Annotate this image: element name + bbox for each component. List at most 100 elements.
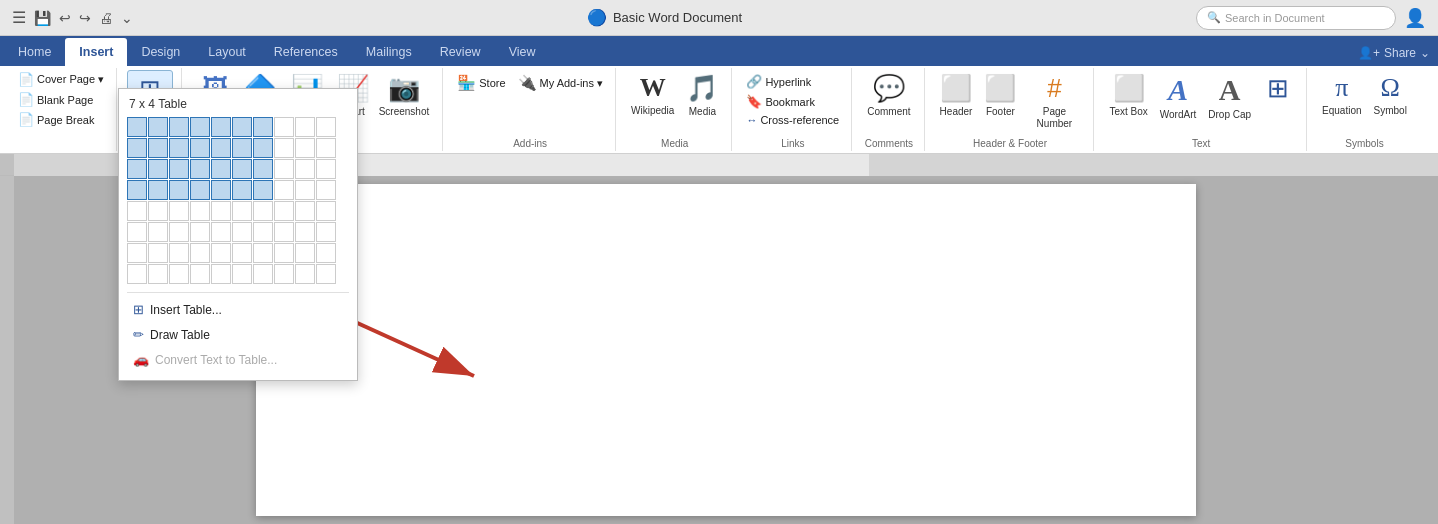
tab-home[interactable]: Home (4, 38, 65, 66)
tab-review[interactable]: Review (426, 38, 495, 66)
table-cell-3-2[interactable] (169, 180, 189, 200)
table-cell-1-3[interactable] (190, 138, 210, 158)
table-cell-0-2[interactable] (169, 117, 189, 137)
wordart-button[interactable]: A WordArt (1155, 70, 1202, 124)
header-button[interactable]: ⬜ Header (935, 70, 978, 121)
table-cell-7-7[interactable] (274, 264, 294, 284)
table-cell-6-4[interactable] (211, 243, 231, 263)
table-cell-1-8[interactable] (295, 138, 315, 158)
table-cell-6-5[interactable] (232, 243, 252, 263)
quick-access-undo-icon[interactable]: ↩ (59, 10, 71, 26)
table-cell-6-9[interactable] (316, 243, 336, 263)
table-cell-5-1[interactable] (148, 222, 168, 242)
table-cell-2-3[interactable] (190, 159, 210, 179)
tab-design[interactable]: Design (127, 38, 194, 66)
table-cell-7-9[interactable] (316, 264, 336, 284)
table-cell-7-0[interactable] (127, 264, 147, 284)
drop-cap-button[interactable]: A Drop Cap (1203, 70, 1256, 124)
table-cell-6-3[interactable] (190, 243, 210, 263)
table-cell-2-6[interactable] (253, 159, 273, 179)
table-cell-7-8[interactable] (295, 264, 315, 284)
table-cell-2-8[interactable] (295, 159, 315, 179)
table-cell-5-7[interactable] (274, 222, 294, 242)
table-cell-6-2[interactable] (169, 243, 189, 263)
text-box-button[interactable]: ⬜ Text Box (1104, 70, 1152, 121)
table-cell-1-5[interactable] (232, 138, 252, 158)
table-cell-3-7[interactable] (274, 180, 294, 200)
table-cell-6-7[interactable] (274, 243, 294, 263)
table-cell-7-3[interactable] (190, 264, 210, 284)
footer-button[interactable]: ⬜ Footer (979, 70, 1021, 121)
table-cell-3-4[interactable] (211, 180, 231, 200)
document-page[interactable] (256, 184, 1196, 516)
table-cell-1-0[interactable] (127, 138, 147, 158)
table-cell-6-0[interactable] (127, 243, 147, 263)
table-cell-2-2[interactable] (169, 159, 189, 179)
table-cell-4-8[interactable] (295, 201, 315, 221)
table-cell-0-6[interactable] (253, 117, 273, 137)
cross-reference-button[interactable]: ↔ Cross-reference (742, 112, 843, 128)
table-cell-3-9[interactable] (316, 180, 336, 200)
table-cell-4-2[interactable] (169, 201, 189, 221)
table-cell-4-9[interactable] (316, 201, 336, 221)
table-cell-0-3[interactable] (190, 117, 210, 137)
quick-parts-button[interactable]: ⊞ (1258, 70, 1298, 109)
tab-mailings[interactable]: Mailings (352, 38, 426, 66)
table-cell-0-9[interactable] (316, 117, 336, 137)
table-cell-4-4[interactable] (211, 201, 231, 221)
table-cell-7-5[interactable] (232, 264, 252, 284)
table-cell-3-5[interactable] (232, 180, 252, 200)
quick-access-print-icon[interactable]: 🖨 (99, 10, 113, 26)
table-cell-7-6[interactable] (253, 264, 273, 284)
table-cell-1-7[interactable] (274, 138, 294, 158)
table-cell-3-0[interactable] (127, 180, 147, 200)
table-cell-7-1[interactable] (148, 264, 168, 284)
screenshot-button[interactable]: 📷 Screenshot (374, 70, 435, 121)
table-cell-4-1[interactable] (148, 201, 168, 221)
table-grid[interactable] (127, 117, 349, 284)
table-cell-3-6[interactable] (253, 180, 273, 200)
table-cell-0-7[interactable] (274, 117, 294, 137)
table-cell-6-1[interactable] (148, 243, 168, 263)
symbol-button[interactable]: Ω Symbol (1369, 70, 1412, 120)
table-cell-4-5[interactable] (232, 201, 252, 221)
page-number-button[interactable]: # Page Number (1023, 70, 1085, 133)
table-cell-1-9[interactable] (316, 138, 336, 158)
table-cell-2-5[interactable] (232, 159, 252, 179)
media-button[interactable]: 🎵 Media (681, 70, 723, 121)
table-cell-1-4[interactable] (211, 138, 231, 158)
user-avatar-icon[interactable]: 👤 (1404, 7, 1426, 29)
store-button[interactable]: 🏪 Store (453, 70, 509, 96)
tab-view[interactable]: View (495, 38, 550, 66)
table-cell-2-1[interactable] (148, 159, 168, 179)
table-cell-0-1[interactable] (148, 117, 168, 137)
tab-layout[interactable]: Layout (194, 38, 260, 66)
bookmark-button[interactable]: 🔖 Bookmark (742, 92, 843, 111)
table-cell-0-4[interactable] (211, 117, 231, 137)
tab-references[interactable]: References (260, 38, 352, 66)
tab-insert[interactable]: Insert (65, 38, 127, 66)
table-cell-1-6[interactable] (253, 138, 273, 158)
table-cell-2-0[interactable] (127, 159, 147, 179)
table-cell-5-9[interactable] (316, 222, 336, 242)
table-cell-1-1[interactable] (148, 138, 168, 158)
comment-button[interactable]: 💬 Comment (862, 70, 915, 121)
table-cell-6-8[interactable] (295, 243, 315, 263)
table-cell-0-8[interactable] (295, 117, 315, 137)
table-cell-5-0[interactable] (127, 222, 147, 242)
table-cell-4-3[interactable] (190, 201, 210, 221)
table-cell-0-0[interactable] (127, 117, 147, 137)
table-cell-5-3[interactable] (190, 222, 210, 242)
table-cell-3-1[interactable] (148, 180, 168, 200)
blank-page-button[interactable]: 📄 Blank Page (14, 90, 108, 109)
table-cell-2-9[interactable] (316, 159, 336, 179)
table-cell-2-7[interactable] (274, 159, 294, 179)
quick-access-save-icon[interactable]: 💾 (34, 10, 51, 26)
table-cell-5-2[interactable] (169, 222, 189, 242)
table-cell-7-2[interactable] (169, 264, 189, 284)
table-cell-7-4[interactable] (211, 264, 231, 284)
cover-page-button[interactable]: 📄 Cover Page ▾ (14, 70, 108, 89)
table-cell-5-5[interactable] (232, 222, 252, 242)
table-cell-3-8[interactable] (295, 180, 315, 200)
my-addins-button[interactable]: 🔌 My Add-ins ▾ (514, 70, 607, 96)
